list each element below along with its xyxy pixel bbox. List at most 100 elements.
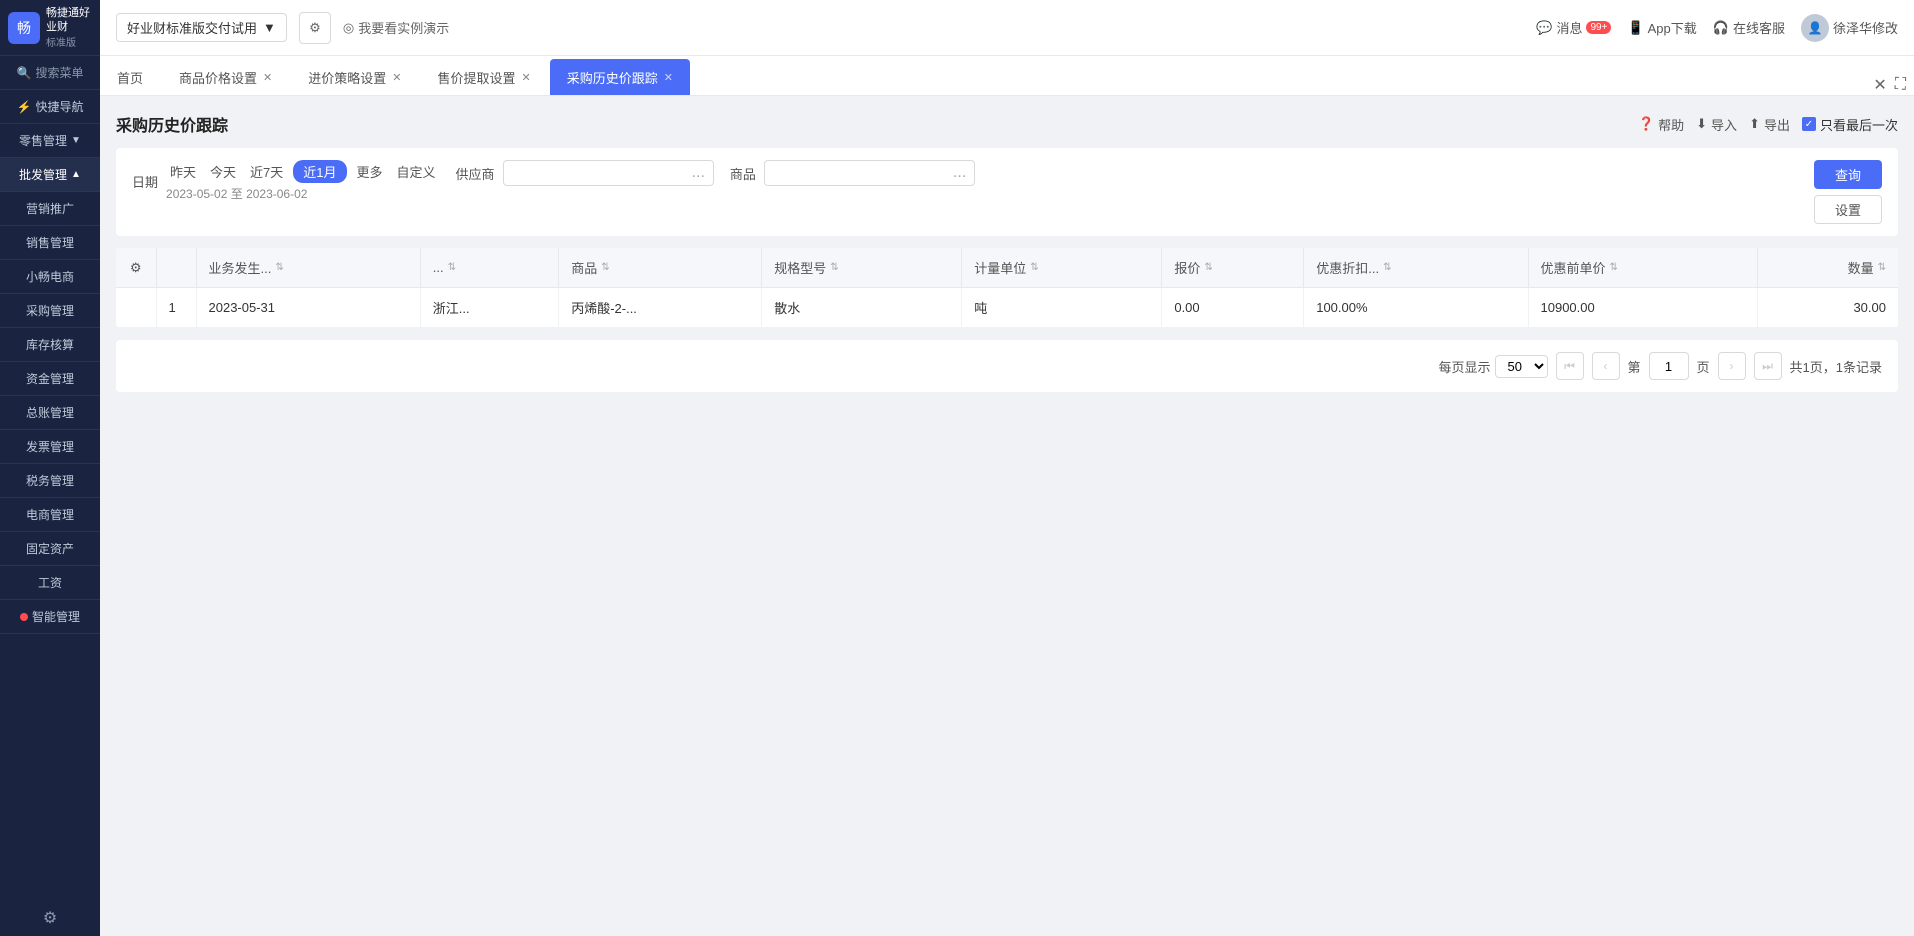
page-first-button[interactable]: ⏮ [1556, 352, 1584, 380]
sidebar-inventory-label: 库存核算 [26, 336, 74, 353]
tab-close-all-button[interactable]: ✕ [1873, 75, 1886, 95]
table-container: ⚙ 业务发生... ⇅ ... ⇅ [116, 248, 1898, 328]
th-spec-label: 规格型号 [774, 258, 826, 277]
supplier-input[interactable] [512, 166, 688, 181]
chevron-down-icon: ▼ [71, 135, 81, 146]
date-more[interactable]: 更多 [353, 160, 387, 183]
message-button[interactable]: 💬 消息 99+ [1536, 18, 1611, 37]
sidebar-item-ledger[interactable]: 总账管理 [0, 396, 100, 430]
export-icon: ⬆ [1749, 116, 1760, 132]
supplier-filter-label: 供应商 [456, 164, 495, 183]
page-next-button[interactable]: › [1718, 352, 1746, 380]
date-custom[interactable]: 自定义 [393, 160, 440, 183]
sidebar-settings-icon[interactable]: ⚙ [43, 908, 57, 928]
th-quantity[interactable]: 数量 ⇅ [1757, 248, 1898, 288]
close-icon[interactable]: ✕ [522, 71, 531, 84]
sidebar-fixed-assets-label: 固定资产 [26, 540, 74, 557]
date-last7days[interactable]: 近7天 [246, 160, 287, 183]
filter-settings-button[interactable]: 设置 [1814, 195, 1882, 224]
th-bizdate[interactable]: 业务发生... ⇅ [196, 248, 420, 288]
close-icon[interactable]: ✕ [664, 71, 673, 84]
sidebar-item-sales[interactable]: 销售管理 [0, 226, 100, 260]
close-icon[interactable]: ✕ [263, 71, 272, 84]
th-unit[interactable]: 计量单位 ⇅ [962, 248, 1162, 288]
smart-dot [20, 613, 28, 621]
app-sub: 标准版 [46, 34, 92, 49]
page-last-button[interactable]: ⏭ [1754, 352, 1782, 380]
page-prev-button[interactable]: ‹ [1592, 352, 1620, 380]
tab-sale-label: 售价提取设置 [437, 68, 515, 87]
topbar-settings-button[interactable]: ⚙ [299, 12, 331, 44]
tab-expand-button[interactable]: ⛶ [1895, 76, 1906, 94]
export-button[interactable]: ⬆ 导出 [1749, 115, 1790, 134]
th-product[interactable]: 商品 ⇅ [559, 248, 762, 288]
tab-price[interactable]: 商品价格设置 ✕ [162, 59, 289, 95]
sidebar-item-fixed-assets[interactable]: 固定资产 [0, 532, 100, 566]
sidebar-item-smart[interactable]: 智能管理 [0, 600, 100, 634]
page-label-suffix: 页 [1697, 357, 1710, 376]
sidebar-wholesale-label: 批发管理 [19, 166, 67, 183]
sidebar-item-invoice[interactable]: 发票管理 [0, 430, 100, 464]
tab-strategy[interactable]: 进价策略设置 ✕ [291, 59, 418, 95]
sidebar-search[interactable]: 🔍 搜索菜单 [0, 56, 100, 90]
tab-home[interactable]: 首页 [100, 59, 160, 95]
date-filter-group: 日期 昨天 今天 近7天 近1月 更多 自定义 2023-05-02 至 202… [132, 160, 440, 202]
product-dots-button[interactable]: ... [953, 164, 966, 182]
app-download-button[interactable]: 📱 App下载 [1627, 18, 1696, 37]
demo-link[interactable]: ◎ 我要看实例演示 [343, 18, 449, 37]
sort-icon: ⇅ [275, 262, 283, 273]
demo-icon: ◎ [343, 20, 354, 36]
tab-history[interactable]: 采购历史价跟踪 ✕ [550, 59, 690, 95]
sidebar-item-wholesale[interactable]: 批发管理 ▲ [0, 158, 100, 192]
tabbar: 首页 商品价格设置 ✕ 进价策略设置 ✕ 售价提取设置 ✕ 采购历史价跟踪 ✕ … [100, 56, 1914, 96]
page-number-input[interactable] [1649, 352, 1689, 380]
sidebar-item-purchase[interactable]: 采购管理 [0, 294, 100, 328]
row-spec: 散水 [762, 288, 962, 328]
sidebar-item-inventory[interactable]: 库存核算 [0, 328, 100, 362]
user-name: 徐泽华修改 [1833, 18, 1898, 37]
query-button[interactable]: 查询 [1814, 160, 1882, 189]
sort-icon: ⇅ [1610, 262, 1618, 273]
sort-icon: ⇅ [1878, 262, 1886, 273]
user-menu[interactable]: 👤 徐泽华修改 [1801, 14, 1898, 42]
only-last-label: 只看最后一次 [1820, 115, 1898, 134]
version-selector[interactable]: 好业财标准版交付试用 ▼ [116, 13, 287, 42]
date-yesterday[interactable]: 昨天 [166, 160, 200, 183]
th-index [156, 248, 196, 288]
tab-strategy-label: 进价策略设置 [308, 68, 386, 87]
sidebar-item-quicknav[interactable]: ⚡ 快捷导航 [0, 90, 100, 124]
date-today[interactable]: 今天 [206, 160, 240, 183]
th-discount[interactable]: 优惠折扣... ⇅ [1304, 248, 1528, 288]
th-spec[interactable]: 规格型号 ⇅ [762, 248, 962, 288]
page-label-prefix: 第 [1628, 357, 1641, 376]
th-price[interactable]: 报价 ⇅ [1162, 248, 1304, 288]
sidebar-item-marketing[interactable]: 营销推广 [0, 192, 100, 226]
pagination: 每页显示 50 ⏮ ‹ 第 页 › ⏭ 共1页，1条记录 [116, 340, 1898, 392]
support-button[interactable]: 🎧 在线客服 [1713, 18, 1785, 37]
sidebar-logo: 畅 畅捷通好业财 标准版 [0, 0, 100, 56]
data-table: ⚙ 业务发生... ⇅ ... ⇅ [116, 248, 1898, 328]
sidebar-quicknav-label: 快捷导航 [35, 98, 83, 115]
date-options: 昨天 今天 近7天 近1月 更多 自定义 [166, 160, 440, 183]
search-icon: 🔍 [17, 66, 32, 80]
tab-sale[interactable]: 售价提取设置 ✕ [420, 59, 547, 95]
sidebar-item-tax[interactable]: 税务管理 [0, 464, 100, 498]
supplier-dots-button[interactable]: ... [692, 164, 705, 182]
date-last1month[interactable]: 近1月 [293, 160, 346, 183]
sidebar-item-retail[interactable]: 零售管理 ▼ [0, 124, 100, 158]
sidebar-search-label: 搜索菜单 [35, 64, 83, 81]
only-last-checkbox[interactable]: ✓ 只看最后一次 [1802, 115, 1898, 134]
th-gear[interactable]: ⚙ [116, 248, 156, 288]
sidebar-item-ecommerce-mini[interactable]: 小畅电商 [0, 260, 100, 294]
page-size-dropdown[interactable]: 50 [1495, 355, 1548, 378]
th-more[interactable]: ... ⇅ [420, 248, 558, 288]
product-input[interactable] [773, 166, 949, 181]
sidebar-item-finance[interactable]: 资金管理 [0, 362, 100, 396]
sidebar-item-ecommerce[interactable]: 电商管理 [0, 498, 100, 532]
close-icon[interactable]: ✕ [392, 71, 401, 84]
import-button[interactable]: ⬇ 导入 [1696, 115, 1737, 134]
app-download-icon: 📱 [1627, 20, 1643, 36]
help-button[interactable]: ❓ 帮助 [1638, 115, 1684, 134]
sidebar-item-payroll[interactable]: 工资 [0, 566, 100, 600]
th-original-price[interactable]: 优惠前单价 ⇅ [1528, 248, 1757, 288]
